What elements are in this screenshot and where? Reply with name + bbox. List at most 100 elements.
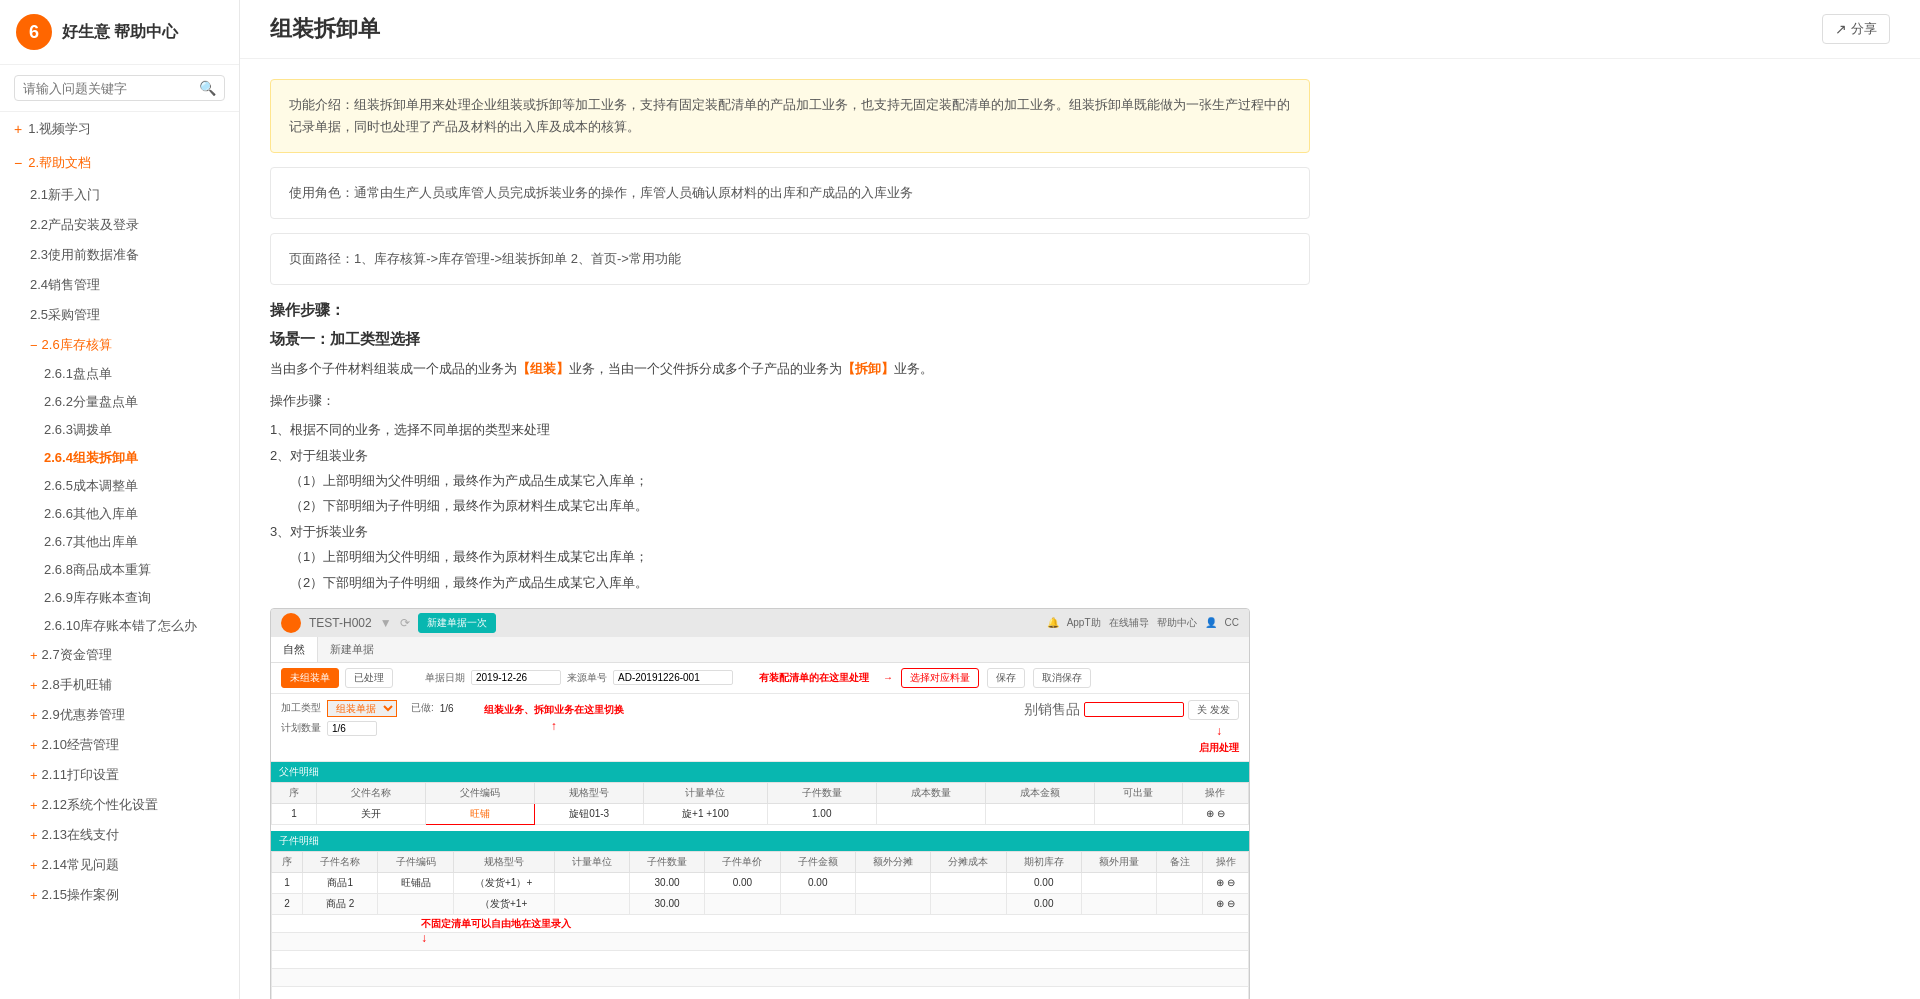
mock-save-btn[interactable]: 保存 <box>987 668 1025 688</box>
sidebar-item-finance[interactable]: + 2.7资金管理 <box>0 640 239 670</box>
mock-th-seq: 序 <box>272 782 317 803</box>
intro-text-2: 使用角色：通常由生产人员或库管人员完成拆装业务的操作，库管人员确认原材料的出库和… <box>289 185 913 200</box>
content-area: 功能介绍：组装拆卸单用来处理企业组装或拆卸等加工业务，支持有固定装配清单的产品加… <box>240 59 1340 999</box>
mock-ltd-sname1: 商品1 <box>303 872 378 893</box>
annotation-bottom-label: 不固定清单可以自由地在这里录入 <box>421 918 571 929</box>
mock-new-btn[interactable]: 新建单据一次 <box>418 613 496 633</box>
mock-lth-sharecost: 分摊成本 <box>931 851 1006 872</box>
sidebar-item-install[interactable]: 2.2产品安装及登录 <box>0 210 239 240</box>
sidebar-item-purchase[interactable]: 2.5采购管理 <box>0 300 239 330</box>
mock-ltd-price1: 0.00 <box>705 872 780 893</box>
step2-2: （2）下部明细为子件明细，最终作为原材料生成某它出库单。 <box>270 494 1310 517</box>
mock-cancel-btn[interactable]: 取消保存 <box>1033 668 1091 688</box>
ops-label: 操作步骤： <box>270 389 1310 412</box>
step2-1: （1）上部明细为父件明细，最终作为产成品生成某它入库单； <box>270 469 1310 492</box>
mock-type-select[interactable]: 组装单据 拆卸单据 <box>327 700 397 717</box>
mock-btn-new[interactable]: 未组装单 <box>281 668 339 688</box>
mock-btn-processed[interactable]: 已处理 <box>345 668 393 688</box>
mock-lower-row3 <box>272 914 1249 932</box>
mock-right-field: 别销售品 关 发发 <box>1024 700 1239 720</box>
mock-lower-row5 <box>272 950 1249 968</box>
sidebar-item-inventory[interactable]: − 2.6库存核算 <box>0 330 239 360</box>
sidebar-item-docs[interactable]: − 2.帮助文档 <box>0 146 239 180</box>
sidebar-item-inv10[interactable]: 2.6.10库存账本错了怎么办 <box>0 612 239 640</box>
sidebar: 6 好生意 帮助中心 🔍 + 1.视频学习 − 2.帮助文档 2.1新手入门 2… <box>0 0 240 999</box>
sidebar-item-mobile[interactable]: + 2.8手机旺辅 <box>0 670 239 700</box>
mock-ltd-amt1: 0.00 <box>780 872 855 893</box>
mock-upper-row1: 1 关开 旺铺 旋钮01-3 旋+1 +100 1.00 ⊕ ⊖ <box>272 803 1249 824</box>
sidebar-item-inv2[interactable]: 2.6.2分量盘点单 <box>0 388 239 416</box>
plus-icon-small7: + <box>30 828 38 843</box>
mock-lower-row1: 1 商品1 旺铺品 （发货+1）+ 30.00 0.00 0.00 0.0 <box>272 872 1249 893</box>
step3-2: （2）下部明细为子件明细，最终作为产成品生成某它入库单。 <box>270 571 1310 594</box>
mock-plan-input[interactable] <box>327 721 377 736</box>
mock-app-label: AppT助 <box>1067 616 1101 630</box>
sidebar-item-sales[interactable]: 2.4销售管理 <box>0 270 239 300</box>
mock-th-pname: 父件名称 <box>316 782 425 803</box>
mock-lth-extra: 额外用量 <box>1081 851 1156 872</box>
main-content: 组装拆卸单 ↗ 分享 功能介绍：组装拆卸单用来处理企业组装或拆卸等加工业务，支持… <box>240 0 1920 999</box>
share-button[interactable]: ↗ 分享 <box>1822 14 1890 44</box>
mock-user-label: CC <box>1225 617 1239 628</box>
mock-tab-active[interactable]: 自然 <box>271 637 318 662</box>
mock-sales-input[interactable] <box>1084 702 1184 717</box>
mock-select-btn[interactable]: 选择对应料量 <box>901 668 979 688</box>
mock-th-available: 可出量 <box>1094 782 1182 803</box>
sidebar-item-inv6[interactable]: 2.6.6其他入库单 <box>0 500 239 528</box>
mock-refresh-icon: ⟳ <box>400 616 410 630</box>
mock-count-label: 已做: <box>411 701 434 715</box>
sidebar-item-inv5[interactable]: 2.6.5成本调整单 <box>0 472 239 500</box>
sidebar-item-video[interactable]: + 1.视频学习 <box>0 112 239 146</box>
sidebar-item-online[interactable]: + 2.13在线支付 <box>0 820 239 850</box>
logo-area: 6 好生意 帮助中心 <box>0 0 239 65</box>
sidebar-item-inv9[interactable]: 2.6.9库存账本查询 <box>0 584 239 612</box>
mock-lth-price: 子件单价 <box>705 851 780 872</box>
sidebar-item-inv3[interactable]: 2.6.3调拨单 <box>0 416 239 444</box>
sidebar-item-inv1[interactable]: 2.6.1盘点单 <box>0 360 239 388</box>
mock-lth-amt: 子件金额 <box>780 851 855 872</box>
mock-ltd-extra1 <box>1081 872 1156 893</box>
mock-form-row1: 加工类型 组装单据 拆卸单据 已做: 1/6 <box>281 700 454 717</box>
sidebar-item-faq[interactable]: + 2.14常见问题 <box>0 850 239 880</box>
mock-src-label: 来源单号 <box>567 671 607 685</box>
sidebar-item-print[interactable]: + 2.11打印设置 <box>0 760 239 790</box>
sidebar-item-inv8[interactable]: 2.6.8商品成本重算 <box>0 556 239 584</box>
search-input[interactable] <box>23 81 199 96</box>
mock-ltd-note2 <box>1157 893 1203 914</box>
mock-count-value: 1/6 <box>440 703 454 714</box>
mock-form-area: 加工类型 组装单据 拆卸单据 已做: 1/6 计划数量 <box>271 694 1249 762</box>
mock-titlebar: TEST-H002 ▼ ⟳ 新建单据一次 🔔 AppT助 在线辅导 帮助中心 👤… <box>271 609 1249 637</box>
mock-src-input[interactable] <box>613 670 733 685</box>
sidebar-item-coupon[interactable]: + 2.9优惠券管理 <box>0 700 239 730</box>
mock-lower-table-label: 子件明细 <box>271 831 1249 851</box>
highlight-assembly: 【组装】 <box>517 361 569 376</box>
sidebar-item-system[interactable]: + 2.12系统个性化设置 <box>0 790 239 820</box>
mock-apply-btn[interactable]: 关 发发 <box>1188 700 1239 720</box>
step1: 1、根据不同的业务，选择不同单据的类型来处理 <box>270 418 1310 441</box>
sidebar-item-inv4[interactable]: 2.6.4组装拆卸单 <box>0 444 239 472</box>
mock-th-actions: 操作 <box>1182 782 1248 803</box>
search-icon[interactable]: 🔍 <box>199 80 216 96</box>
mock-date-input[interactable] <box>471 670 561 685</box>
sidebar-item-data[interactable]: 2.3使用前数据准备 <box>0 240 239 270</box>
sidebar-item-ops[interactable]: + 2.10经营管理 <box>0 730 239 760</box>
sidebar-item-case[interactable]: + 2.15操作案例 <box>0 880 239 910</box>
plus-icon-small8: + <box>30 858 38 873</box>
sidebar-item-inv7[interactable]: 2.6.7其他出库单 <box>0 528 239 556</box>
mock-tab-new[interactable]: 新建单据 <box>318 637 386 662</box>
mock-th-spec: 规格型号 <box>535 782 644 803</box>
mock-lower-table-container: 序 子件名称 子件编码 规格型号 计量单位 子件数量 子件单价 子件金额 额外分… <box>271 851 1249 999</box>
sidebar-item-new[interactable]: 2.1新手入门 <box>0 180 239 210</box>
mock-ltd-initinv1: 0.00 <box>1006 872 1081 893</box>
mock-ltd-subqty1: 30.00 <box>629 872 704 893</box>
search-box[interactable]: 🔍 <box>14 75 225 101</box>
annotation-right-area: ↓ 启用处理 <box>1199 724 1239 755</box>
plus-icon-small5: + <box>30 768 38 783</box>
mock-th-costamt: 成本金额 <box>985 782 1094 803</box>
mock-th-pcode: 父件编码 <box>426 782 535 803</box>
mock-date-label: 单据日期 <box>425 671 465 685</box>
highlight-disassembly: 【拆卸】 <box>842 361 894 376</box>
mock-ltd-amt2 <box>780 893 855 914</box>
mock-help-label: 帮助中心 <box>1157 616 1197 630</box>
sidebar-item-label: 2.帮助文档 <box>28 154 91 172</box>
